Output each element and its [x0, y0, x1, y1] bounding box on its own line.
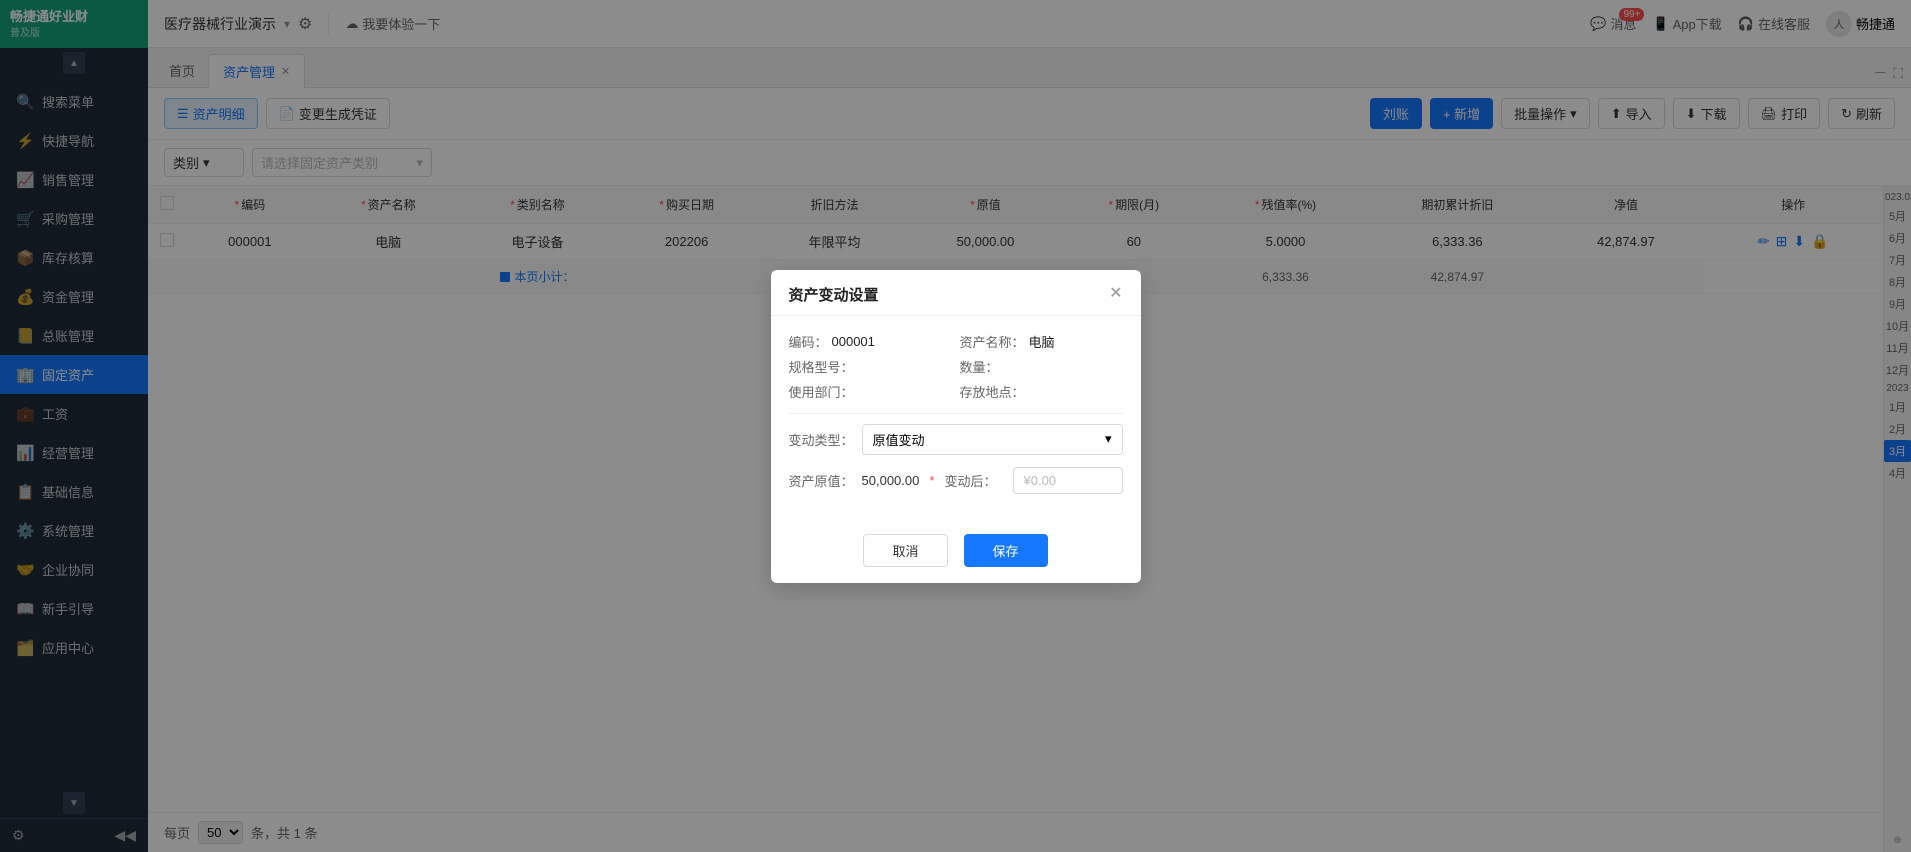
department-label: 使用部门：: [789, 382, 854, 401]
asset-change-dialog: 资产变动设置 ✕ 编码： 000001 资产名称： 电脑 规格型号： 数量：: [771, 270, 1141, 583]
original-value-label: 资产原值：: [789, 471, 854, 490]
dialog-footer: 取消 保存: [771, 522, 1141, 583]
required-star: *: [929, 473, 934, 488]
dialog-header: 资产变动设置 ✕: [771, 270, 1141, 316]
code-value: 000001: [832, 334, 875, 349]
dialog-quantity-item: 数量：: [960, 357, 1123, 376]
quantity-label: 数量：: [960, 357, 999, 376]
cancel-btn[interactable]: 取消: [863, 534, 947, 567]
asset-name-value: 电脑: [1029, 332, 1055, 351]
original-value-row: 资产原值： 50,000.00 * 变动后：: [789, 467, 1123, 494]
location-label: 存放地点：: [960, 382, 1025, 401]
change-type-select[interactable]: 原值变动 ▾: [862, 424, 1123, 455]
dialog-department-item: 使用部门：: [789, 382, 952, 401]
dialog-divider: [789, 413, 1123, 414]
save-btn[interactable]: 保存: [964, 534, 1048, 567]
dialog-overlay: 资产变动设置 ✕ 编码： 000001 资产名称： 电脑 规格型号： 数量：: [0, 0, 1911, 852]
dialog-code-item: 编码： 000001: [789, 332, 952, 351]
spec-label: 规格型号：: [789, 357, 854, 376]
original-value-display: 50,000.00: [862, 473, 922, 488]
dialog-body: 编码： 000001 资产名称： 电脑 规格型号： 数量： 使用部门：: [771, 316, 1141, 522]
dialog-close-btn[interactable]: ✕: [1109, 286, 1122, 302]
change-type-dropdown-icon: ▾: [1105, 431, 1112, 447]
after-change-label: 变动后：: [945, 471, 1005, 490]
change-type-value: 原值变动: [873, 430, 925, 449]
change-type-row: 变动类型： 原值变动 ▾: [789, 424, 1123, 455]
change-type-label: 变动类型：: [789, 430, 854, 449]
dialog-asset-name-item: 资产名称： 电脑: [960, 332, 1123, 351]
dialog-title: 资产变动设置: [789, 284, 879, 305]
code-label: 编码：: [789, 332, 828, 351]
dialog-spec-item: 规格型号：: [789, 357, 952, 376]
dialog-info-grid: 编码： 000001 资产名称： 电脑 规格型号： 数量： 使用部门：: [789, 332, 1123, 401]
after-change-input[interactable]: [1013, 467, 1123, 494]
asset-name-label: 资产名称：: [960, 332, 1025, 351]
dialog-location-item: 存放地点：: [960, 382, 1123, 401]
